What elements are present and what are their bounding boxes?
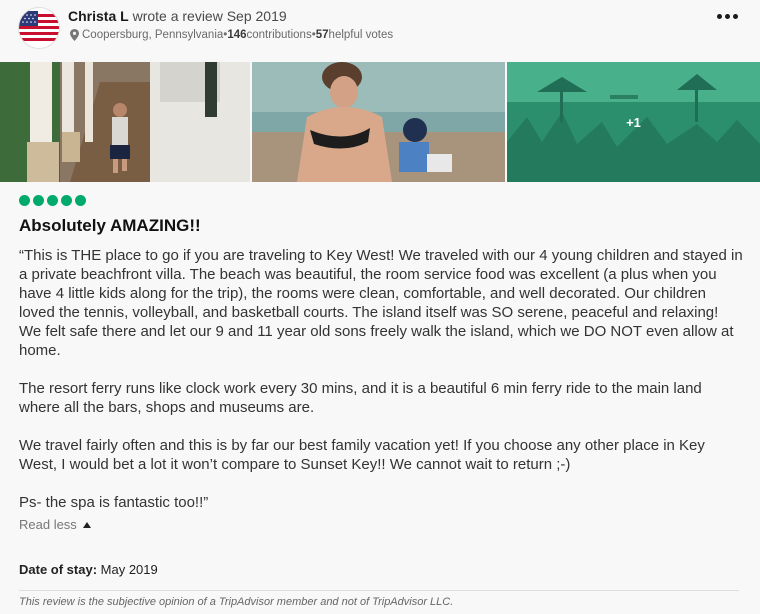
more-options-button[interactable] [712,6,742,26]
divider [19,590,739,591]
helpful-votes-count: 57 [315,29,329,41]
reviewer-name[interactable]: Christa L [68,8,129,24]
us-flag-icon [19,8,59,48]
caret-up-icon [82,521,91,528]
review-photos: +1 [0,62,760,182]
review-header: Christa L wrote a review Sep 2019 Cooper… [0,0,760,58]
ellipsis-icon [716,13,722,19]
reviewer-location: Coopersburg, Pennsylvania [82,29,224,41]
avatar[interactable] [19,8,59,48]
helpful-votes-label: helpful votes [328,29,394,41]
reviewer-line: Christa L wrote a review Sep 2019 [68,8,287,24]
date-of-stay: Date of stay: May 2019 [19,562,158,577]
review-action-text: wrote a review Sep 2019 [128,8,287,24]
rating-bubble-icon [33,195,44,206]
contributions-count: 146 [227,29,247,41]
review-photo-more[interactable]: +1 [507,62,760,182]
date-of-stay-label: Date of stay: [19,562,98,577]
location-pin-icon [70,29,79,41]
disclaimer-text: This review is the subjective opinion of… [19,596,454,608]
more-photos-count: +1 [626,114,641,130]
read-less-button[interactable]: Read less [19,517,91,532]
rating-bubble-icon [19,195,30,206]
review-photo-beach[interactable] [252,62,505,182]
contributions-label: contributions [246,29,312,41]
review-paragraph: The resort ferry runs like clock work ev… [19,380,702,416]
rating-bubble-icon [47,195,58,206]
review-photo-porch[interactable] [0,62,250,182]
read-less-label: Read less [19,517,77,532]
rating-bubble-icon [61,195,72,206]
rating-bubbles [19,195,89,206]
reviewer-meta: Coopersburg, Pennsylvania • 146 contribu… [70,29,393,41]
date-of-stay-value: May 2019 [97,562,158,577]
review-title[interactable]: Absolutely AMAZING!! [19,216,201,236]
review-paragraph: We travel fairly often and this is by fa… [19,437,705,473]
rating-bubble-icon [75,195,86,206]
review-paragraph: Ps- the spa is fantastic too!!” [19,494,209,511]
review-body: “This is THE place to go if you are trav… [19,246,744,512]
review-paragraph: “This is THE place to go if you are trav… [19,247,743,359]
